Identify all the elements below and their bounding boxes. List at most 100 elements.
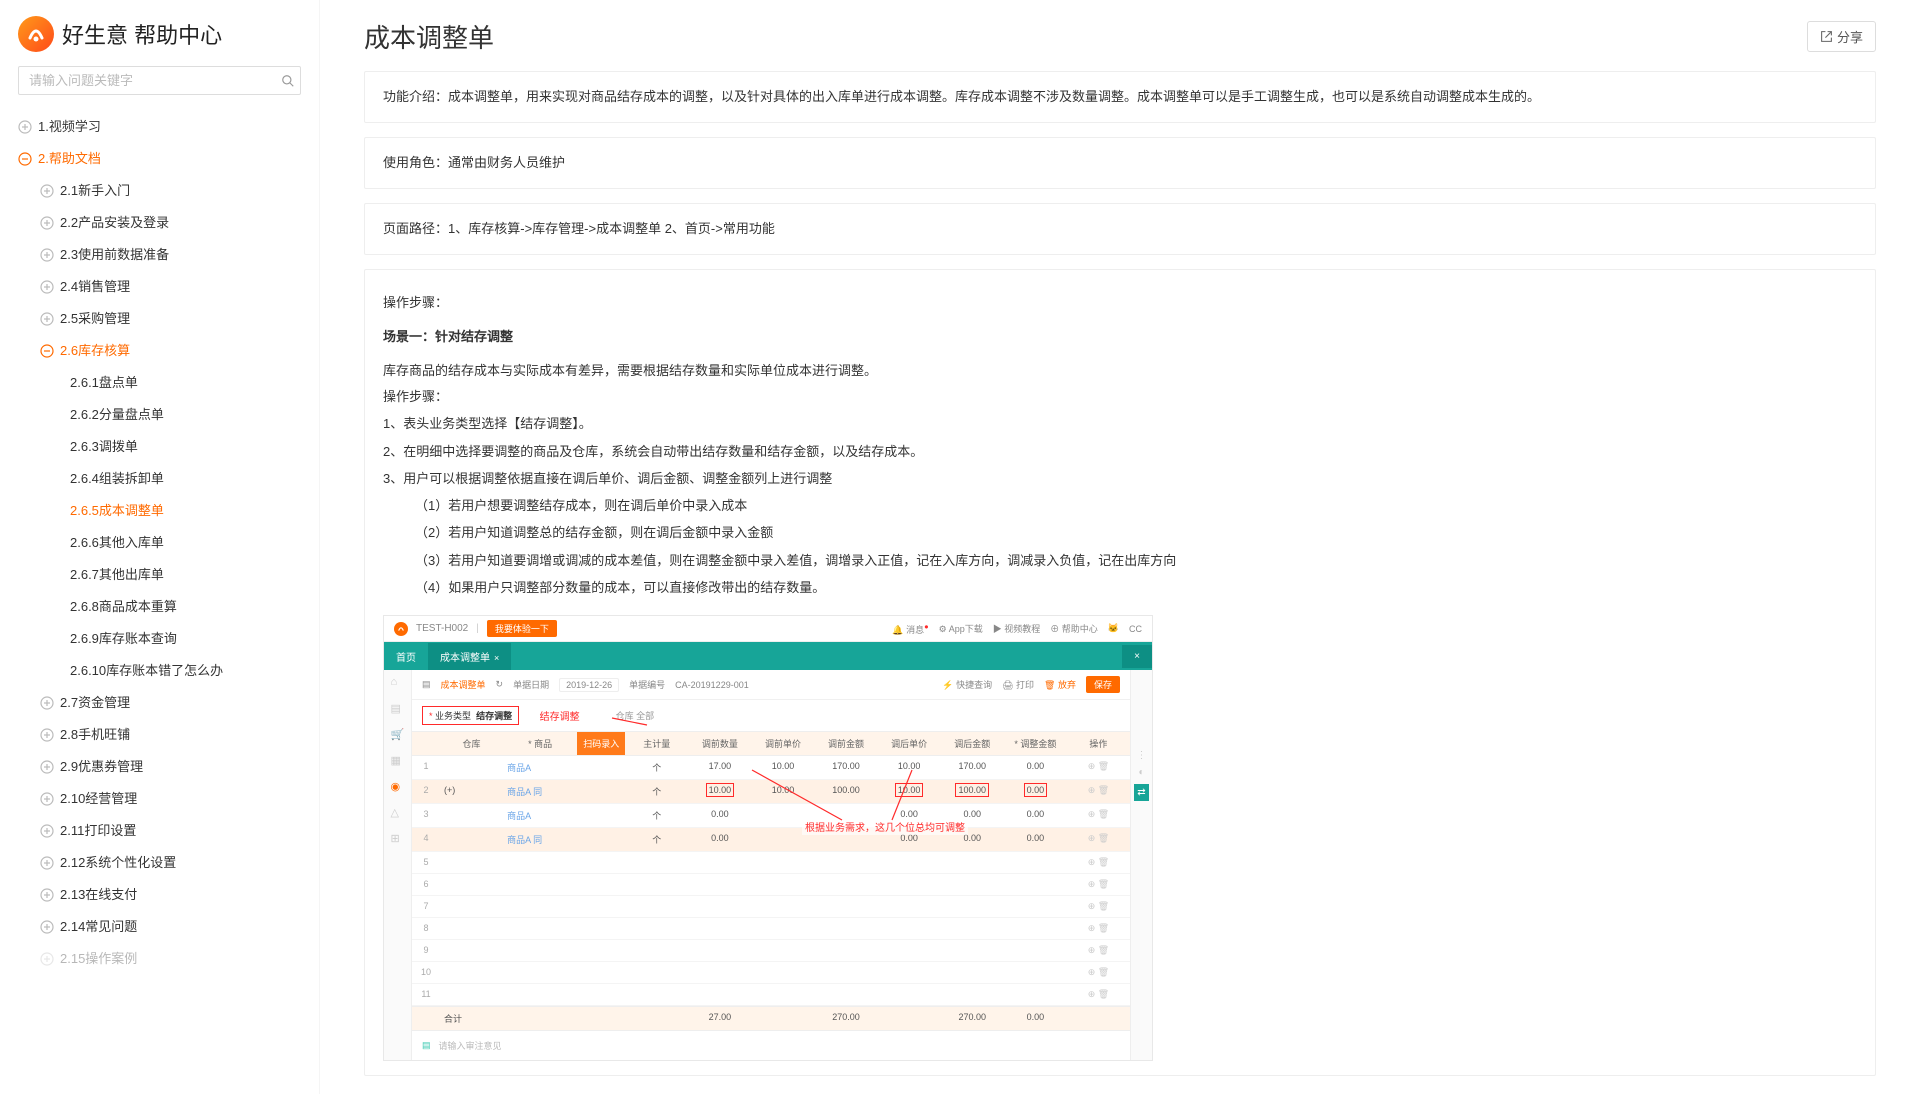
step-3: 3、用户可以根据调整依据直接在调后单价、调后金额、调整金额列上进行调整: [383, 465, 1857, 492]
table-row: 6⊕ 🗑: [412, 874, 1130, 896]
table-row: 10⊕ 🗑: [412, 962, 1130, 984]
mockup-tabs: 首页 成本调整单× ×: [384, 642, 1152, 670]
nav-2-6-4[interactable]: 2.6.4组装拆卸单: [18, 463, 301, 495]
inventory-icon: ◉: [391, 780, 405, 794]
nav-l0-video[interactable]: 1.视频学习: [18, 111, 301, 143]
cart-icon: 🛒: [391, 728, 405, 742]
mockup-app: ⚙ App下载: [939, 622, 983, 635]
mockup-crumb: ▤ 成本调整单 ↻ 单据日期 2019-12-26 单据编号 CA-201912…: [412, 670, 1130, 700]
mockup-total-row: 合计 27.00 270.00 270.00 0.00: [412, 1006, 1130, 1030]
substeps-list: （1）若用户想要调整结存成本，则在调后单价中录入成本 （2）若用户知道调整总的结…: [415, 492, 1857, 601]
table-row: 11⊕ 🗑: [412, 984, 1130, 1006]
table-row: 8⊕ 🗑: [412, 918, 1130, 940]
search-wrap: [18, 66, 301, 95]
sidebar: 好生意 帮助中心 1.视频学习 2.帮助文档 2.1新手入门 2.2产品安装及登…: [0, 0, 320, 1094]
nav-2-1[interactable]: 2.1新手入门: [18, 175, 301, 207]
substep-4: （4）如果用户只调整部分数量的成本，可以直接修改带出的结存数量。: [415, 574, 1857, 601]
table-row: 3商品A个0.000.000.000.00⊕ 🗑: [412, 804, 1130, 828]
nav-2-11[interactable]: 2.11打印设置: [18, 815, 301, 847]
nav-2-6-10[interactable]: 2.6.10库存账本错了怎么办: [18, 655, 301, 687]
red-annotation-2: 根据业务需求，这几个位总均可调整: [802, 818, 968, 835]
grid-icon: ⊞: [391, 832, 405, 846]
panel-intro: 功能介绍：成本调整单，用来实现对商品结存成本的调整，以及针对具体的出入库单进行成…: [364, 71, 1876, 123]
close-icon: ×: [494, 653, 499, 663]
nav-2-6-3[interactable]: 2.6.3调拨单: [18, 431, 301, 463]
doc-icon: ▤: [391, 702, 405, 716]
note-icon: ▤: [422, 1040, 431, 1051]
mockup-side-nav: ⌂ ▤ 🛒 ▦ ◉ △ ⊞: [384, 670, 412, 1060]
tool-icon-active: ⇄: [1134, 784, 1148, 801]
panel-intro-label: 功能介绍：: [383, 89, 448, 104]
mockup-filter-row: * 业务类型 结存调整 结存调整 仓库 全部: [412, 700, 1130, 731]
nav-2-10[interactable]: 2.10经营管理: [18, 783, 301, 815]
mockup-video: ▶ 视频教程: [993, 622, 1041, 635]
page-title: 成本调整单: [364, 18, 494, 55]
search-input[interactable]: [18, 66, 301, 95]
nav-2-6-6[interactable]: 2.6.6其他入库单: [18, 527, 301, 559]
nav-2-6-7[interactable]: 2.6.7其他出库单: [18, 559, 301, 591]
mockup-avatar-icon: 🐱: [1108, 623, 1119, 634]
mockup-table: 仓库 * 商品 扫码录入 主计量 调前数量 调前单价 调前金额 调后单价 调后金…: [412, 731, 1130, 1030]
tool-icon: ◐: [1138, 767, 1144, 778]
panel-role-text: 通常由财务人员维护: [448, 155, 565, 170]
nav-2-6-1[interactable]: 2.6.1盘点单: [18, 367, 301, 399]
mockup-tab-close: ×: [1122, 645, 1152, 668]
step-2: 2、在明细中选择要调整的商品及仓库，系统会自动带出结存数量和结存金额，以及结存成…: [383, 438, 1857, 465]
mockup-logo-icon: [394, 622, 408, 636]
nav-2-4[interactable]: 2.4销售管理: [18, 271, 301, 303]
nav-2-12[interactable]: 2.12系统个性化设置: [18, 847, 301, 879]
nav-2-2[interactable]: 2.2产品安装及登录: [18, 207, 301, 239]
home-icon: ⌂: [391, 676, 405, 690]
nav-2-6[interactable]: 2.6库存核算: [18, 335, 301, 367]
nav-2-6-8[interactable]: 2.6.8商品成本重算: [18, 591, 301, 623]
substep-3: （3）若用户知道要调增或调减的成本差值，则在调整金额中录入差值，调增录入正值，记…: [415, 547, 1857, 574]
panel-role-label: 使用角色：: [383, 155, 448, 170]
red-annotation-1: 结存调整: [540, 708, 580, 723]
step-1: 1、表头业务类型选择【结存调整】。: [383, 410, 1857, 437]
table-row: 5⊕ 🗑: [412, 852, 1130, 874]
search-icon[interactable]: [281, 74, 295, 88]
steps-list: 1、表头业务类型选择【结存调整】。 2、在明细中选择要调整的商品及仓库，系统会自…: [383, 410, 1857, 492]
table-row: 9⊕ 🗑: [412, 940, 1130, 962]
scene-1-title: 场景一：针对结存调整: [383, 324, 1857, 350]
mockup-topbar: TEST-H002 | 我要体验一下 🔔 消息● ⚙ App下载 ▶ 视频教程 …: [384, 616, 1152, 642]
mockup-help: ⊕ 帮助中心: [1050, 622, 1098, 635]
mockup-account: TEST-H002: [416, 623, 468, 634]
mockup-right-tools: ⋮ ◐ ⇄: [1130, 670, 1152, 1060]
nav-2-3[interactable]: 2.3使用前数据准备: [18, 239, 301, 271]
mockup-user: CC: [1129, 624, 1142, 634]
ops-heading-2: 操作步骤：: [383, 384, 1857, 410]
panel-path: 页面路径：1、库存核算->库存管理->成本调整单 2、首页->常用功能: [364, 203, 1876, 255]
share-icon: [1820, 30, 1833, 43]
nav-2-5[interactable]: 2.5采购管理: [18, 303, 301, 335]
nav-2-6-5[interactable]: 2.6.5成本调整单: [18, 495, 301, 527]
calendar-icon: ▦: [391, 754, 405, 768]
nav-2-13[interactable]: 2.13在线支付: [18, 879, 301, 911]
panel-path-label: 页面路径：: [383, 221, 448, 236]
nav-2-15[interactable]: 2.15操作案例: [18, 943, 301, 975]
nav-2-6-2[interactable]: 2.6.2分量盘点单: [18, 399, 301, 431]
brand-row: 好生意 帮助中心: [18, 16, 301, 52]
content-block: 操作步骤： 场景一：针对结存调整 库存商品的结存成本与实际成本有差异，需要根据结…: [364, 269, 1876, 1076]
panel-role: 使用角色：通常由财务人员维护: [364, 137, 1876, 189]
nav-2-8[interactable]: 2.8手机旺铺: [18, 719, 301, 751]
share-button[interactable]: 分享: [1807, 21, 1876, 52]
nav-l0-docs[interactable]: 2.帮助文档: [18, 143, 301, 175]
nav-2-7[interactable]: 2.7资金管理: [18, 687, 301, 719]
nav-2-9[interactable]: 2.9优惠券管理: [18, 751, 301, 783]
nav-2-6-9[interactable]: 2.6.9库存账本查询: [18, 623, 301, 655]
table-row: 4商品A 同个0.000.000.000.00⊕ 🗑: [412, 828, 1130, 852]
substep-1: （1）若用户想要调整结存成本，则在调后单价中录入成本: [415, 492, 1857, 519]
embedded-screenshot: TEST-H002 | 我要体验一下 🔔 消息● ⚙ App下载 ▶ 视频教程 …: [383, 615, 1153, 1061]
scene-1-desc: 库存商品的结存成本与实际成本有差异，需要根据结存数量和实际单位成本进行调整。: [383, 358, 1857, 384]
mockup-tab-doc: 成本调整单×: [428, 643, 511, 670]
table-row: 1商品A个17.0010.00170.0010.00170.000.00⊕ 🗑: [412, 756, 1130, 780]
report-icon: △: [391, 806, 405, 820]
table-row: 2(+)商品A 同个10.0010.00100.0010.00100.000.0…: [412, 780, 1130, 804]
brand-logo: [18, 16, 54, 52]
panel-path-text: 1、库存核算->库存管理->成本调整单 2、首页->常用功能: [448, 221, 775, 236]
panel-intro-text: 成本调整单，用来实现对商品结存成本的调整，以及针对具体的出入库单进行成本调整。库…: [448, 89, 1540, 104]
nav-2-14[interactable]: 2.14常见问题: [18, 911, 301, 943]
mockup-footer: ▤ 请输入审注意见: [412, 1030, 1130, 1060]
nav-tree: 1.视频学习 2.帮助文档 2.1新手入门 2.2产品安装及登录 2.3使用前数…: [18, 111, 301, 975]
